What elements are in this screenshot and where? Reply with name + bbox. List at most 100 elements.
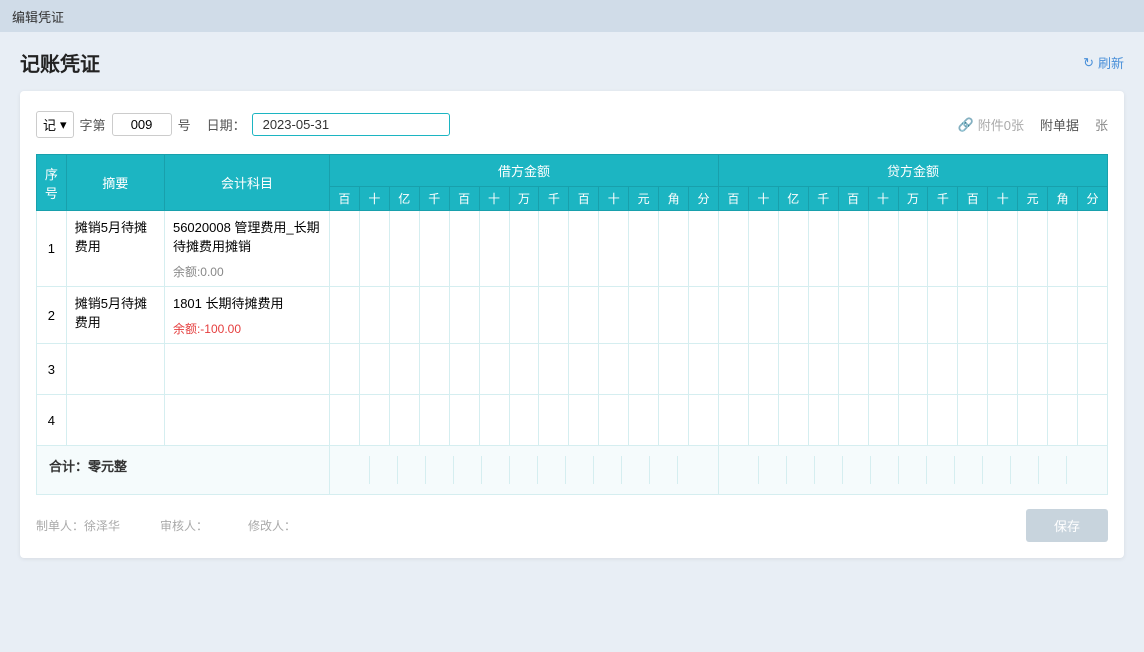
row-summary[interactable] bbox=[66, 395, 164, 446]
debit-cell[interactable] bbox=[569, 287, 599, 344]
debit-cell[interactable] bbox=[359, 395, 389, 446]
debit-cell[interactable] bbox=[659, 395, 689, 446]
credit-cell[interactable] bbox=[838, 395, 868, 446]
credit-cell[interactable] bbox=[748, 344, 778, 395]
credit-cell[interactable] bbox=[1048, 287, 1078, 344]
number-input[interactable] bbox=[112, 113, 172, 136]
debit-cell[interactable] bbox=[449, 344, 479, 395]
credit-cell[interactable] bbox=[1078, 211, 1108, 287]
credit-cell[interactable] bbox=[718, 344, 748, 395]
debit-cell[interactable] bbox=[479, 211, 509, 287]
debit-cell[interactable] bbox=[389, 211, 419, 287]
debit-cell[interactable] bbox=[569, 344, 599, 395]
credit-cell[interactable] bbox=[838, 211, 868, 287]
debit-cell[interactable] bbox=[599, 395, 629, 446]
date-input[interactable] bbox=[252, 113, 450, 136]
debit-cell[interactable] bbox=[389, 287, 419, 344]
credit-cell[interactable] bbox=[838, 344, 868, 395]
credit-cell[interactable] bbox=[958, 395, 988, 446]
credit-cell[interactable] bbox=[778, 395, 808, 446]
credit-cell[interactable] bbox=[838, 287, 868, 344]
debit-cell[interactable] bbox=[599, 287, 629, 344]
credit-cell[interactable] bbox=[778, 287, 808, 344]
credit-cell[interactable] bbox=[718, 395, 748, 446]
credit-cell[interactable] bbox=[808, 211, 838, 287]
credit-cell[interactable] bbox=[898, 395, 928, 446]
credit-cell[interactable] bbox=[868, 211, 898, 287]
debit-cell[interactable] bbox=[359, 211, 389, 287]
row-summary[interactable]: 摊销5月待摊费用 bbox=[66, 287, 164, 344]
credit-cell[interactable] bbox=[1018, 211, 1048, 287]
debit-cell[interactable] bbox=[329, 344, 359, 395]
debit-cell[interactable] bbox=[689, 287, 719, 344]
row-summary[interactable]: 摊销5月待摊费用 bbox=[66, 211, 164, 287]
debit-cell[interactable] bbox=[359, 287, 389, 344]
save-button[interactable]: 保存 bbox=[1026, 509, 1108, 542]
debit-cell[interactable] bbox=[479, 344, 509, 395]
debit-cell[interactable] bbox=[419, 211, 449, 287]
attachment-link[interactable]: 🔗 附件0张 bbox=[958, 115, 1024, 134]
credit-cell[interactable] bbox=[1048, 211, 1078, 287]
debit-cell[interactable] bbox=[659, 287, 689, 344]
debit-cell[interactable] bbox=[359, 344, 389, 395]
credit-cell[interactable] bbox=[958, 344, 988, 395]
credit-cell[interactable] bbox=[1048, 344, 1078, 395]
credit-cell[interactable] bbox=[808, 287, 838, 344]
credit-cell[interactable] bbox=[988, 211, 1018, 287]
credit-cell[interactable] bbox=[808, 395, 838, 446]
debit-cell[interactable] bbox=[689, 395, 719, 446]
debit-cell[interactable] bbox=[539, 211, 569, 287]
row-account[interactable]: 56020008 管理费用_长期待摊费用摊销余额:0.00 bbox=[164, 211, 329, 287]
credit-cell[interactable] bbox=[1018, 344, 1048, 395]
debit-cell[interactable] bbox=[629, 395, 659, 446]
debit-cell[interactable] bbox=[419, 395, 449, 446]
credit-cell[interactable] bbox=[898, 344, 928, 395]
credit-cell[interactable] bbox=[1078, 344, 1108, 395]
debit-cell[interactable] bbox=[629, 287, 659, 344]
credit-cell[interactable] bbox=[718, 211, 748, 287]
credit-cell[interactable] bbox=[748, 395, 778, 446]
credit-cell[interactable] bbox=[1078, 287, 1108, 344]
debit-cell[interactable] bbox=[389, 344, 419, 395]
debit-cell[interactable] bbox=[569, 211, 599, 287]
credit-cell[interactable] bbox=[958, 211, 988, 287]
credit-cell[interactable] bbox=[928, 395, 958, 446]
debit-cell[interactable] bbox=[509, 287, 539, 344]
credit-cell[interactable] bbox=[868, 344, 898, 395]
debit-cell[interactable] bbox=[599, 344, 629, 395]
debit-cell[interactable] bbox=[329, 287, 359, 344]
credit-cell[interactable] bbox=[778, 344, 808, 395]
row-account[interactable] bbox=[164, 395, 329, 446]
debit-cell[interactable] bbox=[389, 395, 419, 446]
debit-cell[interactable] bbox=[329, 395, 359, 446]
credit-cell[interactable] bbox=[808, 344, 838, 395]
credit-cell[interactable] bbox=[988, 344, 1018, 395]
debit-cell[interactable] bbox=[689, 211, 719, 287]
debit-cell[interactable] bbox=[329, 211, 359, 287]
debit-cell[interactable] bbox=[539, 395, 569, 446]
debit-cell[interactable] bbox=[629, 344, 659, 395]
credit-cell[interactable] bbox=[988, 395, 1018, 446]
debit-cell[interactable] bbox=[539, 344, 569, 395]
credit-cell[interactable] bbox=[868, 287, 898, 344]
debit-cell[interactable] bbox=[509, 395, 539, 446]
credit-cell[interactable] bbox=[1078, 395, 1108, 446]
row-summary[interactable] bbox=[66, 344, 164, 395]
credit-cell[interactable] bbox=[898, 211, 928, 287]
debit-cell[interactable] bbox=[509, 211, 539, 287]
credit-cell[interactable] bbox=[778, 211, 808, 287]
credit-cell[interactable] bbox=[928, 344, 958, 395]
credit-cell[interactable] bbox=[928, 211, 958, 287]
debit-cell[interactable] bbox=[509, 344, 539, 395]
debit-cell[interactable] bbox=[449, 395, 479, 446]
debit-cell[interactable] bbox=[599, 211, 629, 287]
debit-cell[interactable] bbox=[539, 287, 569, 344]
debit-cell[interactable] bbox=[659, 211, 689, 287]
credit-cell[interactable] bbox=[748, 287, 778, 344]
debit-cell[interactable] bbox=[419, 344, 449, 395]
refresh-button[interactable]: ↻ 刷新 bbox=[1083, 53, 1124, 72]
type-select[interactable]: 记 ▾ bbox=[36, 111, 74, 138]
debit-cell[interactable] bbox=[689, 344, 719, 395]
debit-cell[interactable] bbox=[659, 344, 689, 395]
debit-cell[interactable] bbox=[569, 395, 599, 446]
